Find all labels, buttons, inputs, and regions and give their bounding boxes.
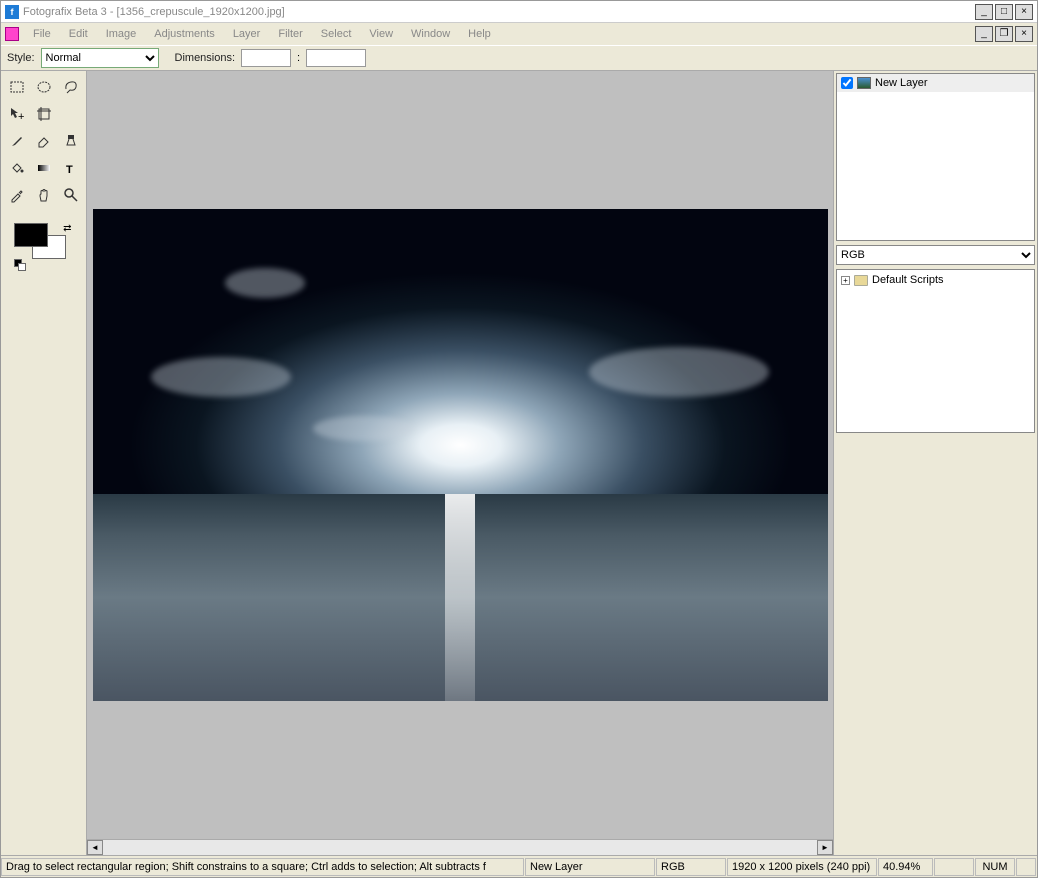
hand-tool[interactable] [32,183,56,207]
right-panels: New Layer RGB + Default Scripts [833,71,1037,855]
scroll-right-icon[interactable]: ► [817,840,833,855]
mdi-close-button[interactable]: × [1015,26,1033,42]
dimension-width-input[interactable] [241,49,291,67]
menu-layer[interactable]: Layer [225,26,269,42]
status-zoom: 40.94% [878,858,933,876]
swap-colors-icon[interactable]: ⇄ [63,223,71,234]
status-hint: Drag to select rectangular region; Shift… [1,858,524,876]
window-buttons: _ □ × [975,4,1033,20]
svg-text:+: + [18,111,24,122]
eraser-tool[interactable] [32,129,56,153]
channel-selector: RGB [836,245,1035,265]
menu-window[interactable]: Window [403,26,458,42]
ellipse-select-tool[interactable] [32,75,56,99]
text-tool[interactable]: T [59,156,83,180]
status-numlock: NUM [975,858,1015,876]
dimensions-label: Dimensions: [175,52,236,64]
close-button[interactable]: × [1015,4,1033,20]
dimension-height-input[interactable] [306,49,366,67]
bucket-tool[interactable] [5,156,29,180]
clone-tool[interactable] [59,129,83,153]
window-title: Fotografix Beta 3 - [1356_crepuscule_192… [23,6,975,18]
panel-spacer [834,435,1037,855]
layer-name: New Layer [875,77,928,89]
toolbox: + T ⇄ [1,71,87,855]
status-layer: New Layer [525,858,655,876]
layer-visibility-checkbox[interactable] [841,77,853,89]
canvas-wrap: ◄ ► [87,71,833,855]
eyedropper-tool[interactable] [5,183,29,207]
layers-panel: New Layer [836,73,1035,241]
zoom-tool[interactable] [59,183,83,207]
canvas-image[interactable] [93,209,828,701]
menu-edit[interactable]: Edit [61,26,96,42]
style-select[interactable]: Normal [41,48,159,68]
style-label: Style: [7,52,35,64]
status-grip [1016,858,1036,876]
status-bar: Drag to select rectangular region; Shift… [1,855,1037,877]
color-swatch: ⇄ [14,223,74,273]
status-size: 1920 x 1200 pixels (240 ppi) [727,858,877,876]
mdi-window-buttons: _ ❐ × [975,26,1033,42]
main-area: + T ⇄ [1,71,1037,855]
minimize-button[interactable]: _ [975,4,993,20]
brush-tool[interactable] [5,129,29,153]
move-tool[interactable]: + [5,102,29,126]
menu-select[interactable]: Select [313,26,360,42]
channel-select[interactable]: RGB [836,245,1035,265]
tree-expand-icon[interactable]: + [841,276,850,285]
horizontal-scrollbar[interactable]: ◄ ► [87,839,833,855]
layer-thumbnail-icon [857,77,871,89]
svg-text:T: T [66,164,73,176]
folder-icon [854,275,868,286]
app-icon: f [5,5,19,19]
status-mode: RGB [656,858,726,876]
rect-select-tool[interactable] [5,75,29,99]
reset-colors-icon[interactable] [14,259,28,273]
menu-view[interactable]: View [361,26,401,42]
scroll-left-icon[interactable]: ◄ [87,840,103,855]
menu-bar: File Edit Image Adjustments Layer Filter… [1,23,1037,45]
scripts-panel: + Default Scripts [836,269,1035,433]
layer-row[interactable]: New Layer [837,74,1034,92]
document-icon [5,27,19,41]
options-bar: Style: Normal Dimensions: : [1,45,1037,71]
dimension-separator: : [297,52,300,64]
lasso-tool[interactable] [59,75,83,99]
title-bar: f Fotografix Beta 3 - [1356_crepuscule_1… [1,1,1037,23]
mdi-restore-button[interactable]: ❐ [995,26,1013,42]
mdi-minimize-button[interactable]: _ [975,26,993,42]
scripts-tree-root[interactable]: + Default Scripts [841,274,1030,286]
crop-tool[interactable] [32,102,56,126]
menu-help[interactable]: Help [460,26,499,42]
menu-image[interactable]: Image [98,26,145,42]
maximize-button[interactable]: □ [995,4,1013,20]
scripts-root-label: Default Scripts [872,274,944,286]
foreground-color[interactable] [14,223,48,247]
menu-adjustments[interactable]: Adjustments [146,26,223,42]
menu-file[interactable]: File [25,26,59,42]
status-blank [934,858,974,876]
canvas-viewport[interactable] [87,71,833,839]
gradient-tool[interactable] [32,156,56,180]
scroll-track[interactable] [103,840,817,855]
menu-filter[interactable]: Filter [270,26,310,42]
